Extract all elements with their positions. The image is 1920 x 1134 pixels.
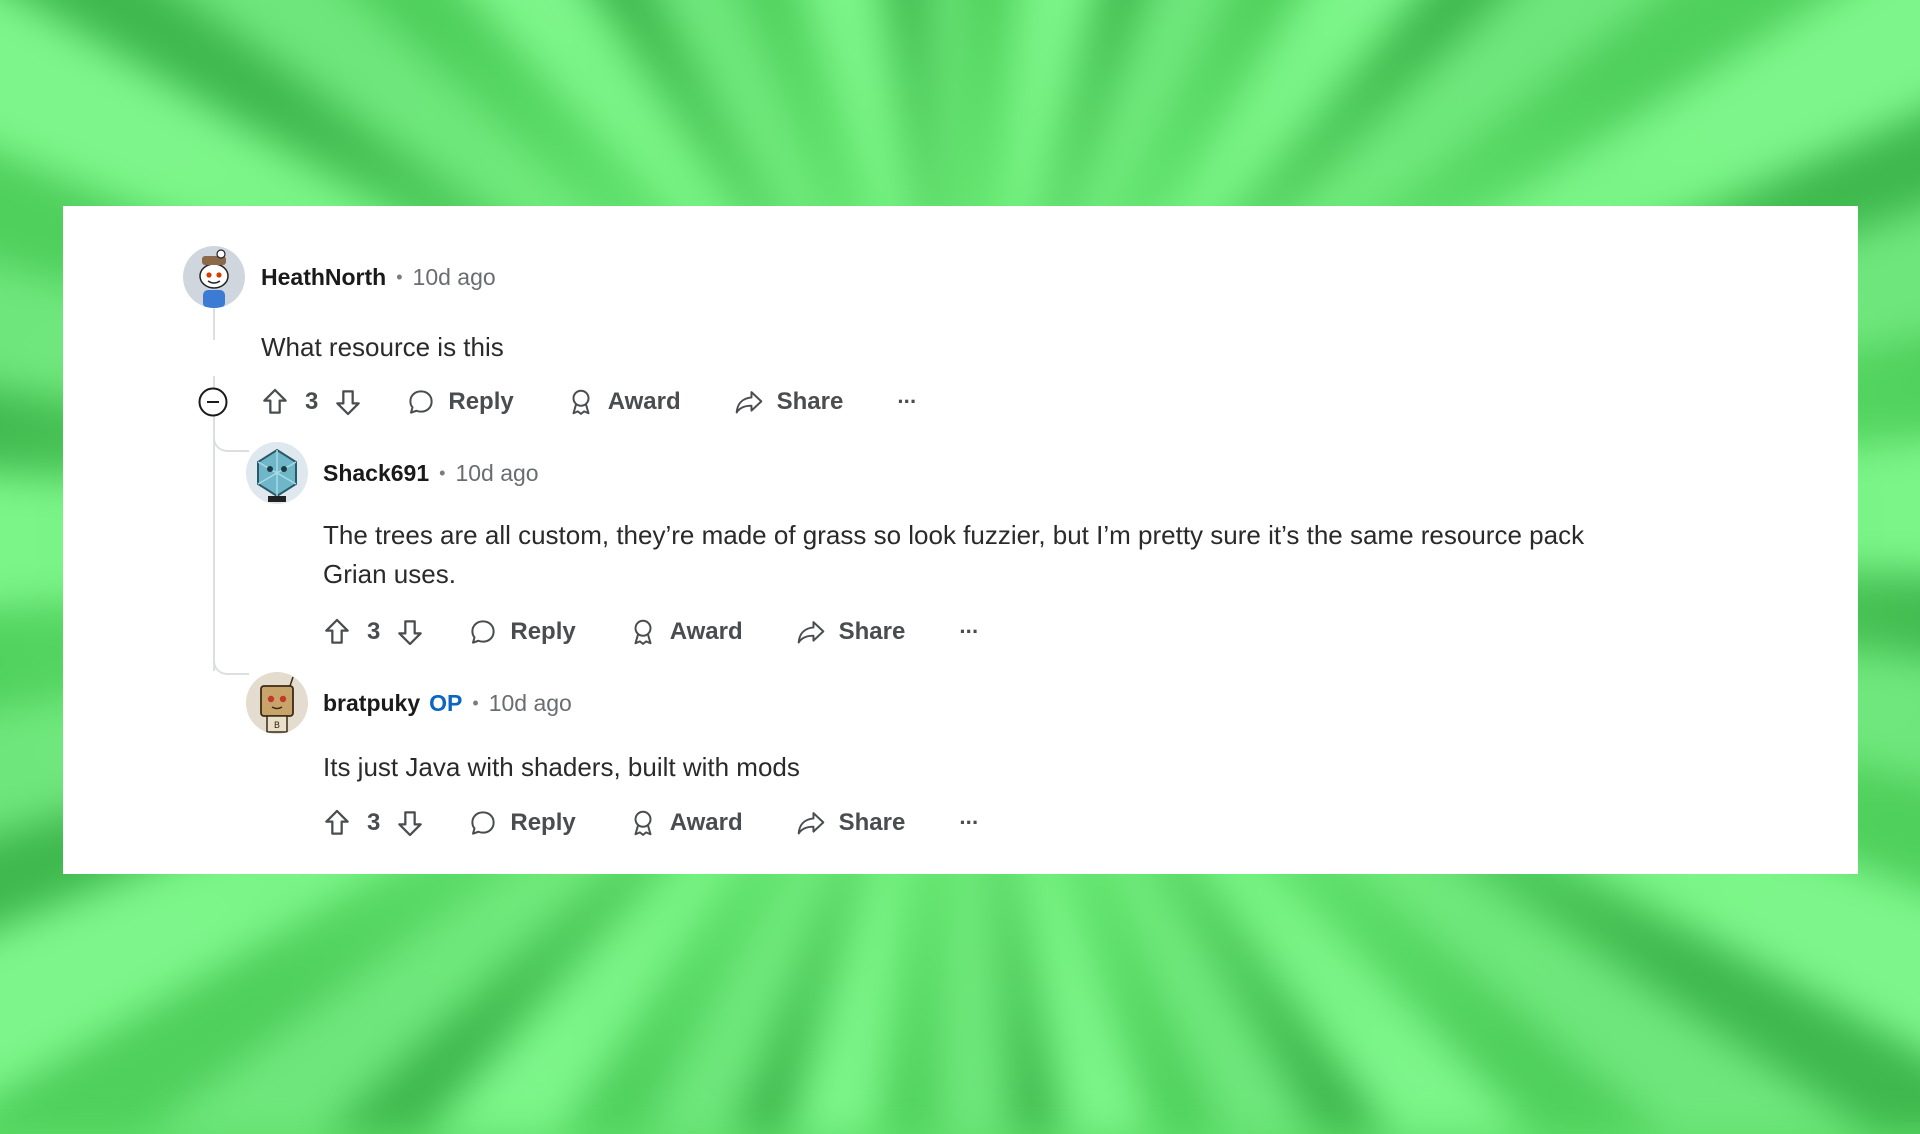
upvote-arrow-icon	[325, 809, 349, 835]
ellipsis-icon: ···	[897, 389, 917, 414]
share-arrow-icon	[797, 621, 824, 644]
share-arrow-icon	[797, 812, 824, 835]
downvote-arrow-icon	[398, 620, 423, 646]
comment-text: What resource is this	[261, 332, 504, 362]
timestamp[interactable]: 10d ago	[455, 460, 538, 487]
award-ribbon-icon	[634, 810, 652, 836]
reply-button[interactable]: Reply	[468, 617, 576, 647]
reply-label: Reply	[510, 618, 576, 645]
upvote-button[interactable]	[321, 807, 353, 839]
author-name[interactable]: Shack691	[323, 460, 429, 487]
award-label: Award	[669, 809, 743, 836]
award-ribbon-icon	[572, 389, 590, 415]
vote-count: 3	[367, 618, 381, 645]
reply-button[interactable]: Reply	[468, 808, 576, 838]
upvote-arrow-icon	[263, 388, 287, 414]
comment-meta: HeathNorth • 10d ago	[261, 260, 496, 294]
thread-line-main	[213, 376, 215, 671]
separator-dot: •	[396, 266, 403, 287]
author-name[interactable]: HeathNorth	[261, 264, 386, 291]
share-label: Share	[776, 388, 844, 415]
comment-thread-card: HeathNorth • 10d ago What resource is th…	[63, 206, 1858, 874]
comment-meta: bratpuky OP • 10d ago	[323, 686, 572, 720]
award-button[interactable]: Award	[628, 617, 743, 647]
vote-count: 3	[367, 809, 381, 836]
downvote-arrow-icon	[398, 811, 423, 837]
comment-actions: 3 Reply Award Share ···	[259, 382, 917, 422]
comment-text: Its just Java with shaders, built with m…	[323, 752, 800, 782]
reply-label: Reply	[510, 809, 576, 836]
separator-dot: •	[472, 692, 479, 713]
award-ribbon-icon	[634, 619, 652, 645]
reply-label: Reply	[448, 388, 514, 415]
box-robot-avatar-icon: B	[246, 672, 308, 734]
author-name[interactable]: bratpuky	[323, 690, 420, 717]
upvote-button[interactable]	[259, 386, 291, 418]
avatar[interactable]	[246, 442, 308, 504]
downvote-button[interactable]	[394, 616, 426, 648]
upvote-button[interactable]	[321, 616, 353, 648]
share-label: Share	[838, 809, 906, 836]
snoo-avatar-icon	[183, 246, 245, 308]
award-label: Award	[669, 618, 743, 645]
collapse-thread-button[interactable]	[198, 387, 228, 417]
more-options-button[interactable]: ···	[897, 389, 917, 415]
op-badge: OP	[429, 689, 463, 716]
ellipsis-icon: ···	[959, 810, 979, 835]
svg-text:B: B	[274, 721, 280, 731]
share-arrow-icon	[735, 391, 762, 414]
downvote-button[interactable]	[394, 807, 426, 839]
ellipsis-icon: ···	[959, 619, 979, 644]
chat-bubble-icon	[471, 811, 495, 835]
comment-text: The trees are all custom, they’re made o…	[323, 520, 1585, 589]
minus-circle-icon	[198, 387, 228, 417]
thread-branch-2	[213, 642, 249, 675]
award-button[interactable]: Award	[566, 387, 681, 417]
avatar[interactable]: B	[246, 672, 308, 734]
award-label: Award	[607, 388, 681, 415]
chat-bubble-icon	[471, 620, 495, 644]
comment-meta: Shack691 • 10d ago	[323, 456, 539, 490]
more-options-button[interactable]: ···	[959, 619, 979, 645]
crystal-avatar-icon	[246, 442, 308, 504]
downvote-arrow-icon	[336, 390, 361, 416]
timestamp[interactable]: 10d ago	[413, 264, 496, 291]
avatar[interactable]	[183, 246, 245, 308]
timestamp[interactable]: 10d ago	[489, 690, 572, 717]
share-label: Share	[838, 618, 906, 645]
comment-actions: 3 Reply Award Share ···	[321, 803, 979, 843]
downvote-button[interactable]	[332, 386, 364, 418]
share-button[interactable]: Share	[795, 808, 906, 838]
award-button[interactable]: Award	[628, 808, 743, 838]
thread-branch-1	[213, 436, 249, 452]
more-options-button[interactable]: ···	[959, 810, 979, 836]
comment-actions: 3 Reply Award Share ···	[321, 612, 979, 652]
share-button[interactable]: Share	[733, 387, 844, 417]
share-button[interactable]: Share	[795, 617, 906, 647]
upvote-arrow-icon	[325, 618, 349, 644]
reply-button[interactable]: Reply	[406, 387, 514, 417]
separator-dot: •	[439, 462, 446, 483]
vote-count: 3	[305, 388, 319, 415]
chat-bubble-icon	[409, 390, 433, 414]
